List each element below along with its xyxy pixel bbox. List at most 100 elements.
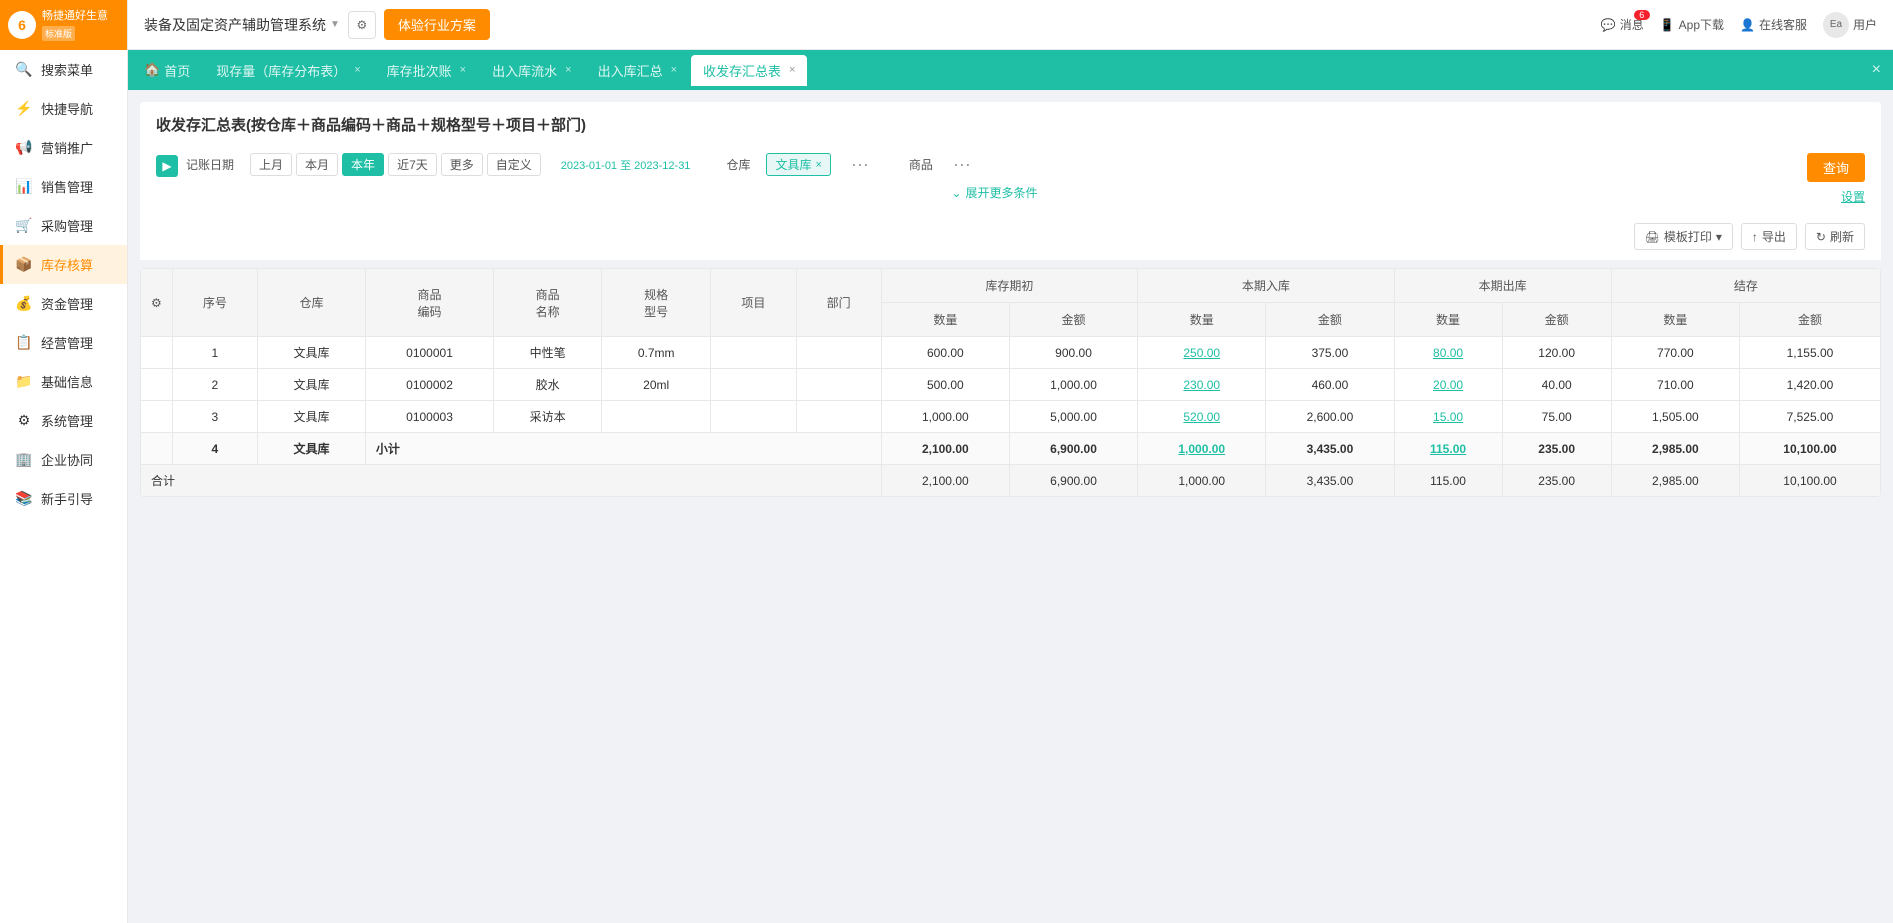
finance-icon: 💰 [15,295,33,312]
th-out-qty: 数量 [1394,303,1502,337]
filter-wrapper: ▶ 记账日期 上月 本月 本年 近7天 更多 自定义 2023-01-01 至 … [140,143,1881,215]
tab-close-icon[interactable]: × [460,64,466,76]
content-area: 收发存汇总表(按仓库＋商品编码＋商品＋规格型号＋项目＋部门) ▶ 记账日期 上月… [128,90,1893,923]
th-dept: 部门 [796,269,881,337]
date-btn-this-month[interactable]: 本月 [296,153,338,176]
download-icon: 📱 [1660,18,1675,32]
sidebar-item-label: 经营管理 [41,333,93,352]
tab-close-icon[interactable]: × [565,64,571,76]
tab-inventory-dist[interactable]: 现存量（库存分布表） × [204,55,372,86]
app-name: 畅捷通好生意 [42,9,108,23]
sidebar-item-label: 搜索菜单 [41,60,93,79]
sidebar-item-label: 资金管理 [41,294,93,313]
table-row: 2 文具库 0100002 胶水 20ml 500.00 1,000.00 23… [141,369,1881,401]
basic-icon: 📁 [15,373,33,390]
chevron-down-icon: ▾ [1716,230,1722,244]
tab-inout-flow[interactable]: 出入库流水 × [480,55,583,86]
system-title: 装备及固定资产辅助管理系统 [144,15,326,35]
filter-collapse-arrow[interactable]: ▶ [156,155,178,177]
tab-inout-summary[interactable]: 出入库汇总 × [586,55,689,86]
date-btn-last-month[interactable]: 上月 [250,153,292,176]
date-btn-7days[interactable]: 近7天 [388,153,437,176]
avatar: Ea [1823,12,1849,38]
date-btn-this-year[interactable]: 本年 [342,153,384,176]
settings-button[interactable]: ⚙ [348,11,376,39]
th-bal-amount: 金额 [1739,303,1880,337]
warehouse-more-btn[interactable]: ··· [847,154,873,175]
th-settings[interactable]: ⚙ [141,269,173,337]
operations-icon: 📋 [15,334,33,351]
sidebar-item-marketing[interactable]: 📢营销推广 [0,128,127,167]
tab-close-icon[interactable]: × [354,64,360,76]
tab-batch[interactable]: 库存批次账 × [375,55,478,86]
settings-link[interactable]: 设置 [1841,188,1865,205]
row-settings[interactable] [141,369,173,401]
th-group-opening: 库存期初 [881,269,1137,303]
experience-button[interactable]: 体验行业方案 [384,9,490,40]
warehouse-tag-remove[interactable]: × [815,159,821,171]
sidebar-item-inventory[interactable]: 📦库存核算 [0,245,127,284]
tab-close-icon[interactable]: × [671,64,677,76]
sidebar-item-basic[interactable]: 📁 基础信息 [0,362,127,401]
sidebar-item-fast-nav[interactable]: ⚡ 快捷导航 [0,89,127,128]
service-icon: 👤 [1740,18,1755,32]
th-goods-spec: 规格型号 [602,269,711,337]
sidebar-item-label: 采购管理 [41,216,93,235]
system-icon: ⚙ [15,412,33,429]
page-title: 收发存汇总表(按仓库＋商品编码＋商品＋规格型号＋项目＋部门) [140,102,1881,143]
sidebar-item-system[interactable]: ⚙系统管理 [0,401,127,440]
system-title-dropdown[interactable]: 装备及固定资产辅助管理系统 ▼ [144,15,340,35]
query-button[interactable]: 查询 [1807,153,1865,182]
app-logo: 6 畅捷通好生意 标准版 [0,0,127,50]
tab-recv-send[interactable]: 收发存汇总表 × [691,55,807,86]
fast-nav-icon: ⚡ [15,100,33,117]
dropdown-arrow-icon: ▼ [330,19,340,30]
date-btn-custom[interactable]: 自定义 [487,153,541,176]
tab-home[interactable]: 🏠 首页 [132,55,202,86]
th-warehouse: 仓库 [257,269,365,337]
user-label: 用户 [1853,16,1877,33]
th-project: 项目 [711,269,796,337]
tab-bar-close-icon[interactable]: × [1864,57,1889,83]
online-service-action[interactable]: 👤 在线客服 [1740,16,1807,33]
message-action[interactable]: 💬 消息 6 [1601,16,1644,33]
sidebar-item-enterprise[interactable]: 🏢企业协同 [0,440,127,479]
sidebar-item-purchase[interactable]: 🛒 采购管理 [0,206,127,245]
row-settings[interactable] [141,337,173,369]
sidebar-item-label: 快捷导航 [41,99,93,118]
refresh-button[interactable]: ↻ 刷新 [1805,223,1865,250]
sidebar-item-label: 库存核算 [41,255,93,274]
th-in-qty: 数量 [1138,303,1266,337]
goods-more-btn[interactable]: ··· [949,154,975,175]
sidebar-item-guide[interactable]: 📚新手引导 [0,479,127,518]
date-btn-more[interactable]: 更多 [441,153,483,176]
th-in-amount: 金额 [1266,303,1394,337]
template-print-button[interactable]: 🖨 模板打印 ▾ [1634,223,1733,250]
app-tag: 标准版 [42,26,75,41]
th-group-outgoing: 本期出库 [1394,269,1611,303]
message-badge: 6 [1634,10,1650,20]
date-label: 记账日期 [186,156,234,173]
tab-close-icon[interactable]: × [789,64,795,76]
app-download-action[interactable]: 📱 App下载 [1660,16,1724,33]
sidebar-item-label: 基础信息 [41,372,93,391]
sidebar-item-operations[interactable]: 📋 经营管理 [0,323,127,362]
data-table-wrapper: ⚙ 序号 仓库 商品编码 商品名称 规格型号 项目 部门 库存期初 本期入库 本… [140,268,1881,497]
purchase-icon: 🛒 [15,217,33,234]
expand-conditions[interactable]: ⌄ 展开更多条件 [186,180,1799,205]
sidebar-item-finance[interactable]: 💰 资金管理 [0,284,127,323]
marketing-icon: 📢 [15,139,33,156]
export-icon: ↑ [1752,230,1758,244]
refresh-icon: ↻ [1816,230,1826,244]
sidebar: 6 畅捷通好生意 标准版 🔍搜索菜单 ⚡ 快捷导航 📢营销推广📊销售管理 🛒 采购管理 📦库… [0,0,128,923]
export-button[interactable]: ↑ 导出 [1741,223,1797,250]
row-settings[interactable] [141,401,173,433]
total-label: 合计 [141,465,882,497]
sidebar-item-search[interactable]: 🔍搜索菜单 [0,50,127,89]
th-goods-name: 商品名称 [494,269,602,337]
goods-label: 商品 [909,156,933,173]
sidebar-item-sales[interactable]: 📊销售管理 [0,167,127,206]
app-download-label: App下载 [1679,16,1724,33]
th-bal-qty: 数量 [1611,303,1739,337]
user-action[interactable]: Ea 用户 [1823,12,1877,38]
